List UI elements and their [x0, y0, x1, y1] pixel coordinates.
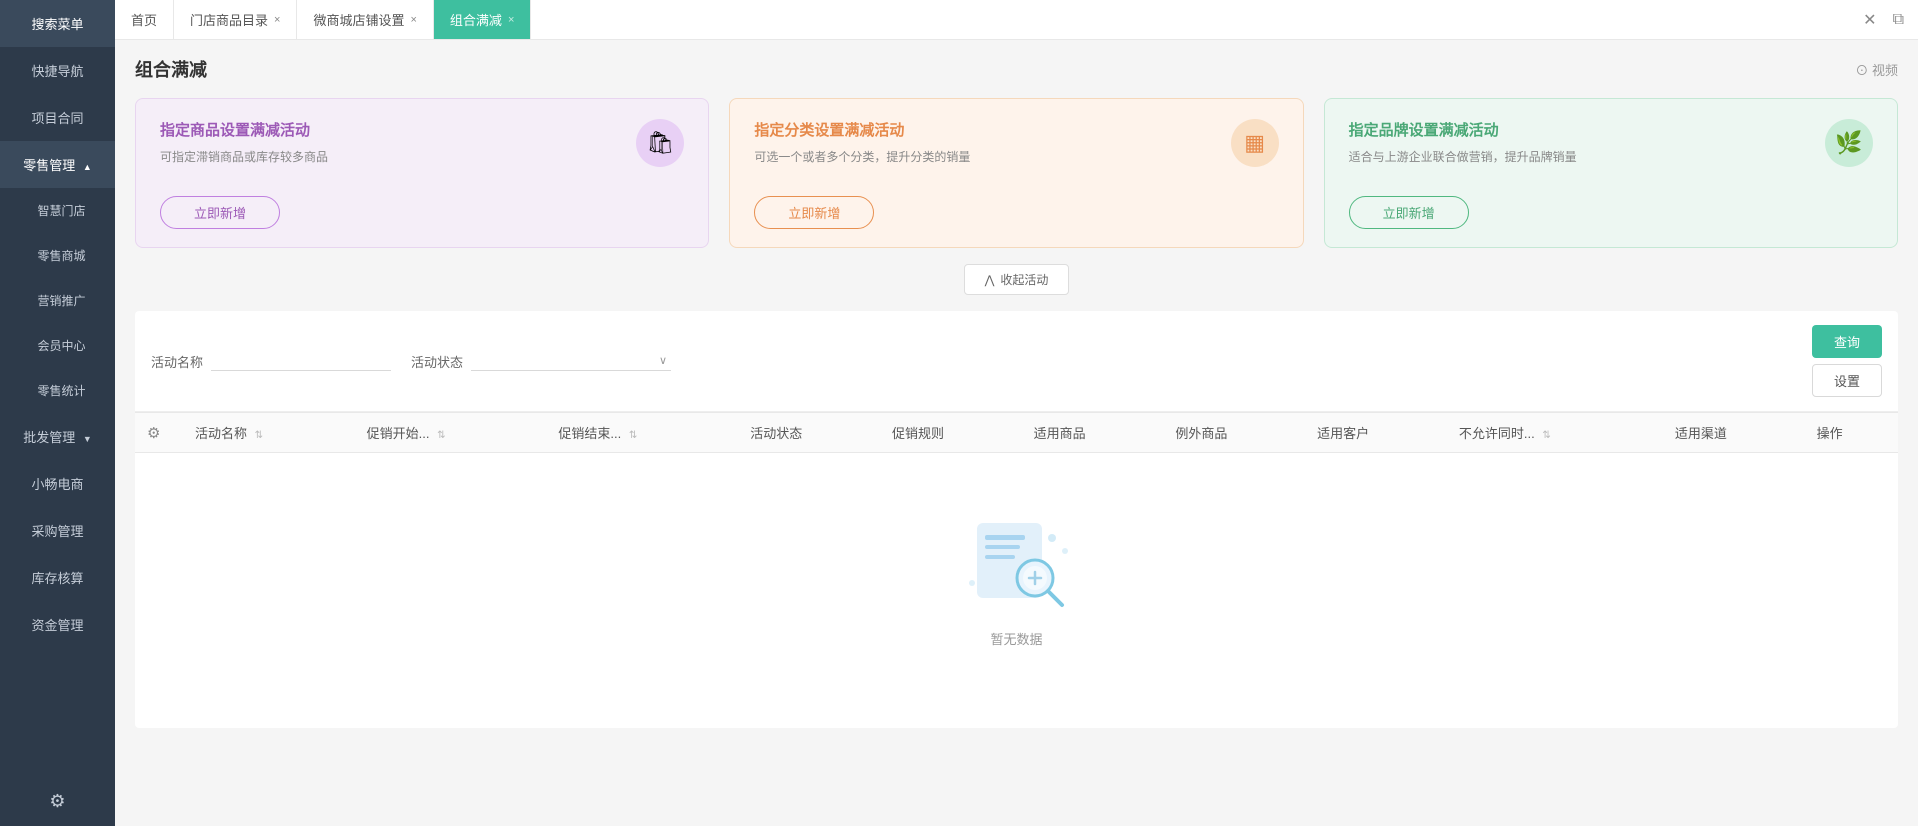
empty-text: 暂无数据 [990, 629, 1042, 648]
empty-state-cell: 暂无数据 [135, 453, 1898, 729]
collapse-label: 收起活动 [1000, 271, 1048, 288]
sidebar-item-retailstats[interactable]: 零售统计 [0, 368, 115, 413]
tab-combo-discount[interactable]: 组合满减 × [434, 0, 531, 39]
settings-button[interactable]: 设置 [1812, 364, 1882, 397]
th-exception: 例外商品 [1163, 413, 1305, 453]
filter-activity-name: 活动名称 [151, 351, 391, 371]
restore-window-button[interactable]: ⧉ [1889, 9, 1908, 31]
th-products: 适用商品 [1022, 413, 1164, 453]
category-card-desc: 可选一个或者多个分类，提升分类的销量 [754, 148, 1278, 180]
th-status: 活动状态 [738, 413, 880, 453]
product-activity-card: 指定商品设置满减活动 🛍 可指定滞销商品或库存较多商品 立即新增 [135, 98, 709, 248]
sidebar-item-retailmall[interactable]: 零售商城 [0, 233, 115, 278]
brand-activity-card: 指定品牌设置满减活动 🌿 适合与上游企业联合做营销，提升品牌销量 立即新增 [1324, 98, 1898, 248]
sidebar-item-marketing[interactable]: 营销推广 [0, 278, 115, 323]
query-button[interactable]: 查询 [1812, 325, 1882, 358]
th-activity-name: 活动名称 ⇅ [183, 413, 355, 453]
product-card-icon: 🛍 [636, 119, 684, 167]
th-gear: ⚙ [135, 413, 183, 453]
grid-icon: ▦ [1244, 130, 1265, 156]
activity-name-input[interactable] [211, 351, 391, 371]
video-link[interactable]: ⊙ 视频 [1855, 60, 1898, 79]
bag-icon: 🛍 [646, 130, 674, 156]
close-tab-combo-discount[interactable]: × [508, 14, 514, 26]
empty-state: 暂无数据 [135, 453, 1898, 728]
filter-activity-status: 活动状态 进行中 未开始 已结束 ∨ [411, 351, 671, 371]
tab-home[interactable]: 首页 [115, 0, 174, 39]
sort-icon-name[interactable]: ⇅ [255, 430, 263, 441]
close-window-button[interactable]: ✕ [1859, 8, 1880, 32]
content-area: 组合满减 ⊙ 视频 指定商品设置满减活动 🛍 可指定滞销商品或库存较多商品 立即… [115, 40, 1918, 826]
sort-icon-end[interactable]: ⇅ [629, 430, 637, 441]
collapse-icon: ⋀ [985, 273, 995, 287]
activity-status-label: 活动状态 [411, 352, 463, 371]
filter-row: 活动名称 活动状态 进行中 未开始 已结束 ∨ [135, 311, 1898, 412]
close-tab-product-catalog[interactable]: × [274, 14, 280, 26]
sidebar-item-inventory[interactable]: 库存核算 [0, 554, 115, 601]
sidebar-item-smartstore[interactable]: 智慧门店 [0, 188, 115, 233]
sort-icon-overlap[interactable]: ⇅ [1542, 430, 1550, 441]
sort-icon-start[interactable]: ⇅ [437, 430, 445, 441]
brand-card-icon: 🌿 [1825, 119, 1873, 167]
table-settings-icon[interactable]: ⚙ [147, 425, 160, 442]
th-no-overlap: 不允许同时... ⇅ [1447, 413, 1663, 453]
product-card-desc: 可指定滞销商品或库存较多商品 [160, 148, 684, 180]
sidebar-item-project[interactable]: 项目合同 [0, 94, 115, 141]
empty-illustration [957, 513, 1077, 613]
activity-table: ⚙ 活动名称 ⇅ 促销开始... ⇅ 促销结束... [135, 412, 1898, 728]
sidebar-item-search[interactable]: 搜索菜单 [0, 0, 115, 47]
gear-icon: ⚙ [49, 791, 65, 811]
th-customer: 适用客户 [1305, 413, 1447, 453]
leaf-icon: 🌿 [1835, 130, 1862, 156]
category-card-icon: ▦ [1231, 119, 1279, 167]
main-area: 首页 门店商品目录 × 微商城店铺设置 × 组合满减 × ✕ ⧉ 组合满减 ⊙ … [115, 0, 1918, 826]
sidebar-item-member[interactable]: 会员中心 [0, 323, 115, 368]
th-end-date: 促销结束... ⇅ [546, 413, 738, 453]
tab-wechat-settings[interactable]: 微商城店铺设置 × [297, 0, 433, 39]
activity-status-select[interactable]: 进行中 未开始 已结束 [471, 351, 671, 370]
sidebar-item-quicknav[interactable]: 快捷导航 [0, 47, 115, 94]
collapse-btn-row: ⋀ 收起活动 [135, 264, 1898, 295]
sidebar-settings[interactable]: ⚙ [0, 777, 115, 826]
brand-card-add-button[interactable]: 立即新增 [1349, 196, 1469, 229]
tab-bar: 首页 门店商品目录 × 微商城店铺设置 × 组合满减 × ✕ ⧉ [115, 0, 1918, 40]
th-rule: 促销规则 [880, 413, 1022, 453]
th-action: 操作 [1805, 413, 1898, 453]
collapse-activities-button[interactable]: ⋀ 收起活动 [964, 264, 1070, 295]
page-title-row: 组合满减 ⊙ 视频 [135, 56, 1898, 82]
category-card-title: 指定分类设置满减活动 [754, 119, 1278, 140]
tab-product-catalog[interactable]: 门店商品目录 × [174, 0, 297, 39]
sidebar-item-wholesale[interactable]: 批发管理 [0, 413, 115, 460]
page-title: 组合满减 [135, 56, 207, 82]
activity-status-select-wrapper: 进行中 未开始 已结束 ∨ [471, 351, 671, 371]
close-tab-wechat-settings[interactable]: × [410, 14, 416, 26]
product-card-title: 指定商品设置满减活动 [160, 119, 684, 140]
th-channel: 适用渠道 [1663, 413, 1805, 453]
th-start-date: 促销开始... ⇅ [355, 413, 547, 453]
sidebar-item-purchase[interactable]: 采购管理 [0, 507, 115, 554]
sidebar-item-ecommerce[interactable]: 小畅电商 [0, 460, 115, 507]
filter-table-wrapper: 活动名称 活动状态 进行中 未开始 已结束 ∨ [135, 311, 1898, 728]
activity-cards: 指定商品设置满减活动 🛍 可指定滞销商品或库存较多商品 立即新增 指定分类设置满… [135, 98, 1898, 248]
activity-name-label: 活动名称 [151, 352, 203, 371]
brand-card-desc: 适合与上游企业联合做营销，提升品牌销量 [1349, 148, 1873, 180]
sidebar: 搜索菜单 快捷导航 项目合同 零售管理 智慧门店 零售商城 营销推广 会员中心 … [0, 0, 115, 826]
table-container: ⚙ 活动名称 ⇅ 促销开始... ⇅ 促销结束... [135, 412, 1898, 728]
sidebar-item-finance[interactable]: 资金管理 [0, 601, 115, 648]
window-controls: ✕ ⧉ [1859, 8, 1918, 32]
sidebar-item-retail[interactable]: 零售管理 [0, 141, 115, 188]
product-card-add-button[interactable]: 立即新增 [160, 196, 280, 229]
category-activity-card: 指定分类设置满减活动 ▦ 可选一个或者多个分类，提升分类的销量 立即新增 [729, 98, 1303, 248]
category-card-add-button[interactable]: 立即新增 [754, 196, 874, 229]
filter-button-group: 查询 设置 [1812, 325, 1882, 397]
brand-card-title: 指定品牌设置满减活动 [1349, 119, 1873, 140]
